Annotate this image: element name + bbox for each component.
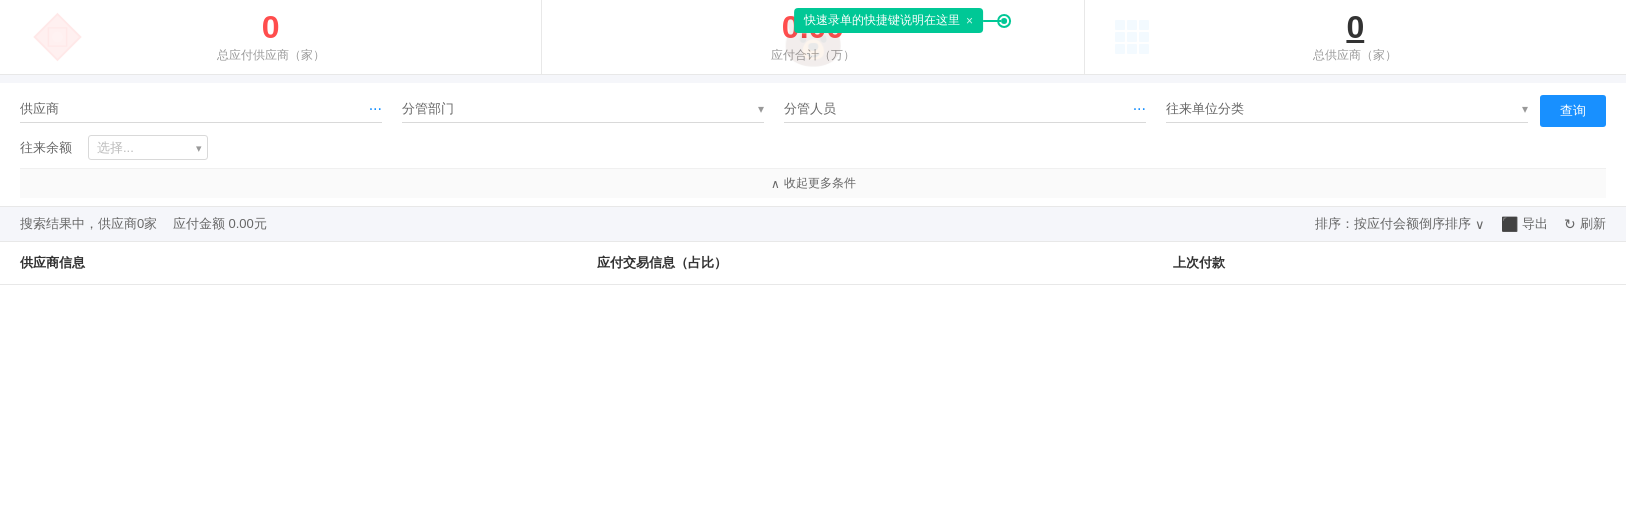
collapse-icon: ∧ — [771, 177, 780, 191]
collapse-btn[interactable]: ∧ 收起更多条件 — [20, 168, 1606, 198]
results-summary-text: 搜索结果中，供应商0家 — [20, 216, 157, 231]
sort-btn[interactable]: 排序：按应付会额倒序排序 ∨ — [1315, 215, 1485, 233]
stat-label-payable-suppliers: 总应付供应商（家） — [217, 47, 325, 64]
table-header: 供应商信息 应付交易信息（占比） 上次付款 — [0, 242, 1626, 285]
tooltip-close-btn[interactable]: × — [966, 14, 973, 28]
unit-input[interactable] — [1252, 101, 1518, 116]
balance-select-wrap: 选择... — [88, 135, 208, 160]
dept-label: 分管部门 — [402, 100, 454, 118]
tooltip-dot — [999, 16, 1009, 26]
supplier-field: 供应商 ··· — [20, 100, 382, 123]
person-dots-btn[interactable]: ··· — [1133, 100, 1146, 118]
table-body — [0, 285, 1626, 515]
sort-label: 排序：按应付会额倒序排序 — [1315, 215, 1471, 233]
tooltip-text: 快速录单的快捷键说明在这里 — [804, 12, 960, 29]
export-label: 导出 — [1522, 215, 1548, 233]
top-stats-bar: 0 总应付供应商（家） 🐻 0.00 应付合计（万） 快速录单的快捷键说明在这里… — [0, 0, 1626, 75]
stat-label-total-suppliers: 总供应商（家） — [1313, 47, 1397, 64]
balance-select[interactable]: 选择... — [88, 135, 208, 160]
unit-arrow-icon[interactable]: ▾ — [1522, 102, 1528, 116]
export-icon: ⬛ — [1501, 216, 1518, 232]
results-bar: 搜索结果中，供应商0家 应付金额 0.00元 排序：按应付会额倒序排序 ∨ ⬛ … — [0, 207, 1626, 242]
refresh-label: 刷新 — [1580, 215, 1606, 233]
refresh-icon: ↻ — [1564, 216, 1576, 232]
dept-input[interactable] — [462, 101, 754, 116]
supplier-input[interactable] — [67, 101, 365, 116]
search-row-2: 往来余额 选择... — [20, 135, 1606, 160]
person-field: 分管人员 ··· — [784, 100, 1146, 123]
stat-total-suppliers: 0 总供应商（家） — [1085, 0, 1626, 74]
balance-label: 往来余额 — [20, 139, 72, 157]
dept-arrow-icon[interactable]: ▾ — [758, 102, 764, 116]
search-button[interactable]: 查询 — [1540, 95, 1606, 127]
unit-field: 往来单位分类 ▾ — [1166, 100, 1528, 123]
stat-total-payable-suppliers: 0 总应付供应商（家） — [0, 0, 542, 74]
sort-arrow-icon: ∨ — [1475, 217, 1485, 232]
results-summary: 搜索结果中，供应商0家 应付金额 0.00元 — [20, 215, 267, 233]
supplier-dots-btn[interactable]: ··· — [369, 100, 382, 118]
svg-point-0 — [52, 32, 63, 43]
results-amount-text: 应付金额 0.00元 — [173, 216, 267, 231]
unit-label: 往来单位分类 — [1166, 100, 1244, 118]
export-btn[interactable]: ⬛ 导出 — [1501, 215, 1548, 233]
stat-number-payable-suppliers: 0 — [262, 10, 280, 45]
stat-payable-total: 🐻 0.00 应付合计（万） 快速录单的快捷键说明在这里 × — [542, 0, 1084, 74]
col-header-payment: 上次付款 — [1173, 254, 1606, 272]
dept-field: 分管部门 ▾ — [402, 100, 764, 123]
stat-number-total-suppliers: 0 — [1346, 10, 1364, 45]
col-header-supplier: 供应商信息 — [20, 254, 597, 272]
collapse-label: 收起更多条件 — [784, 175, 856, 192]
results-actions: 排序：按应付会额倒序排序 ∨ ⬛ 导出 ↻ 刷新 — [1315, 215, 1606, 233]
search-row-1: 供应商 ··· 分管部门 ▾ 分管人员 ··· 往来单位分类 ▾ 查询 — [20, 95, 1606, 127]
grid-decoration-icon — [1115, 20, 1149, 54]
person-label: 分管人员 — [784, 100, 836, 118]
tooltip-balloon: 快速录单的快捷键说明在这里 × — [794, 8, 983, 33]
refresh-btn[interactable]: ↻ 刷新 — [1564, 215, 1606, 233]
person-input[interactable] — [844, 101, 1129, 116]
supplier-label: 供应商 — [20, 100, 59, 118]
balance-field: 往来余额 选择... — [20, 135, 208, 160]
search-area: 供应商 ··· 分管部门 ▾ 分管人员 ··· 往来单位分类 ▾ 查询 往来余额 — [0, 83, 1626, 207]
col-header-transaction: 应付交易信息（占比） — [597, 254, 1174, 272]
